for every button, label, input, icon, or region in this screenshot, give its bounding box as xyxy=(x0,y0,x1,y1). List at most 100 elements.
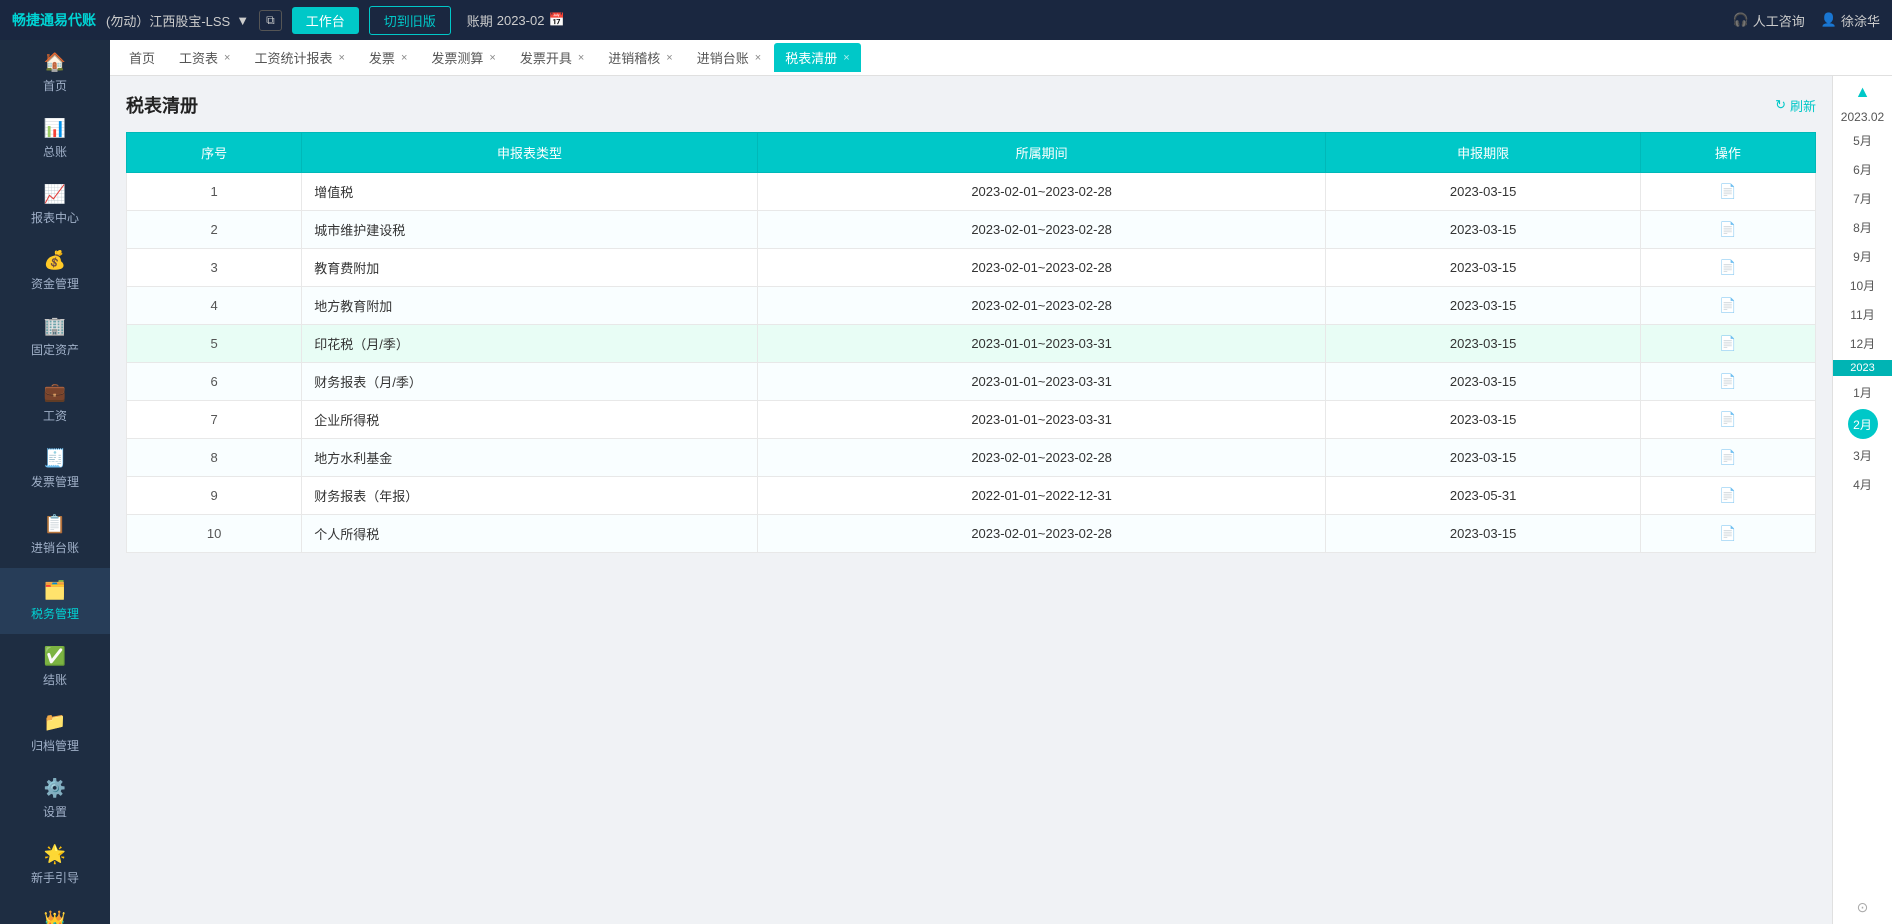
month-item-8[interactable]: 8月 xyxy=(1833,213,1892,242)
tab-invoice-issue[interactable]: 发票开具 × xyxy=(509,43,595,72)
file-icon[interactable]: 📄 xyxy=(1719,183,1736,199)
chevron-down-icon: ▼ xyxy=(236,13,249,28)
cell-action[interactable]: 📄 xyxy=(1640,477,1815,515)
tab-purchase-audit[interactable]: 进销稽核 × xyxy=(597,43,683,72)
cell-action[interactable]: 📄 xyxy=(1640,249,1815,287)
cell-type: 财务报表（年报） xyxy=(302,477,758,515)
month-item-3[interactable]: 3月 xyxy=(1833,441,1892,470)
month-item-10[interactable]: 10月 xyxy=(1833,271,1892,300)
sidebar-label-guide: 新手引导 xyxy=(31,869,79,886)
sidebar-item-funds[interactable]: 💰 资金管理 xyxy=(0,238,110,304)
refresh-button[interactable]: ↻ 刷新 xyxy=(1775,96,1816,115)
month-item-12[interactable]: 12月 xyxy=(1833,329,1892,358)
close-icon[interactable]: × xyxy=(755,52,761,64)
cell-type: 印花税（月/季） xyxy=(302,325,758,363)
sidebar-item-invoice[interactable]: 🧾 发票管理 xyxy=(0,436,110,502)
cell-action[interactable]: 📄 xyxy=(1640,515,1815,553)
company-selector[interactable]: (勿动）江西股宝-LSS ▼ xyxy=(106,11,249,30)
user-menu[interactable]: 👤 徐涂华 xyxy=(1821,11,1880,30)
sidebar-item-archive[interactable]: 📁 归档管理 xyxy=(0,700,110,766)
month-item-6[interactable]: 6月 xyxy=(1833,155,1892,184)
file-icon[interactable]: 📄 xyxy=(1719,297,1736,313)
page-header: 税表清册 ↻ 刷新 xyxy=(126,92,1816,118)
page-content: 税表清册 ↻ 刷新 序号 申报表类型 所属期间 申报期限 操作 xyxy=(110,76,1892,924)
month-item-11[interactable]: 11月 xyxy=(1833,300,1892,329)
sidebar-item-assets[interactable]: 🏢 固定资产 xyxy=(0,304,110,370)
month-item-7[interactable]: 7月 xyxy=(1833,184,1892,213)
close-icon[interactable]: × xyxy=(666,52,672,64)
file-icon[interactable]: 📄 xyxy=(1719,449,1736,465)
file-icon[interactable]: 📄 xyxy=(1719,487,1736,503)
panel-collapse-btn[interactable]: ⊙ xyxy=(1853,895,1873,920)
file-icon[interactable]: 📄 xyxy=(1719,259,1736,275)
calendar-icon[interactable]: 📅 xyxy=(548,12,564,28)
sidebar-item-vip[interactable]: 👑 畅会员 xyxy=(0,898,110,924)
month-item-2-active[interactable]: 2月 xyxy=(1848,409,1878,439)
cell-period: 2023-01-01~2023-03-31 xyxy=(757,363,1326,401)
table-row: 4 地方教育附加 2023-02-01~2023-02-28 2023-03-1… xyxy=(127,287,1816,325)
tab-invoice-calc[interactable]: 发票测算 × xyxy=(420,43,506,72)
file-icon[interactable]: 📄 xyxy=(1719,525,1736,541)
workspace-button[interactable]: 工作台 xyxy=(292,7,359,34)
close-icon[interactable]: × xyxy=(224,52,230,64)
content-area: 首页 工资表 × 工资统计报表 × 发票 × 发票测算 × 发票开具 × xyxy=(110,40,1892,924)
close-icon[interactable]: × xyxy=(578,52,584,64)
tab-tax-list[interactable]: 税表清册 × xyxy=(774,43,860,72)
cell-id: 9 xyxy=(127,477,302,515)
sidebar-item-purchase-sales[interactable]: 📋 进销台账 xyxy=(0,502,110,568)
sidebar-item-ledger[interactable]: 📊 总账 xyxy=(0,106,110,172)
tab-invoice[interactable]: 发票 × xyxy=(358,43,418,72)
file-icon[interactable]: 📄 xyxy=(1719,335,1736,351)
archive-icon: 📁 xyxy=(44,712,66,733)
tab-salary-stats-label: 工资统计报表 xyxy=(254,48,332,67)
cell-action[interactable]: 📄 xyxy=(1640,439,1815,477)
cell-period: 2023-01-01~2023-03-31 xyxy=(757,401,1326,439)
sidebar-item-settings[interactable]: ⚙️ 设置 xyxy=(0,766,110,832)
panel-up-btn[interactable]: ▲ xyxy=(1851,80,1875,106)
file-icon[interactable]: 📄 xyxy=(1719,411,1736,427)
sidebar-item-close[interactable]: ✅ 结账 xyxy=(0,634,110,700)
cell-action[interactable]: 📄 xyxy=(1640,363,1815,401)
cell-action[interactable]: 📄 xyxy=(1640,287,1815,325)
cell-deadline: 2023-03-15 xyxy=(1326,249,1640,287)
cell-period: 2022-01-01~2022-12-31 xyxy=(757,477,1326,515)
table-row: 2 城市维护建设税 2023-02-01~2023-02-28 2023-03-… xyxy=(127,211,1816,249)
cell-action[interactable]: 📄 xyxy=(1640,401,1815,439)
close-icon[interactable]: × xyxy=(843,52,849,64)
table-row: 6 财务报表（月/季） 2023-01-01~2023-03-31 2023-0… xyxy=(127,363,1816,401)
cell-type: 增值税 xyxy=(302,173,758,211)
sidebar-item-guide[interactable]: 🌟 新手引导 xyxy=(0,832,110,898)
year-marker-2023: 2023 xyxy=(1833,360,1892,376)
cell-action[interactable]: 📄 xyxy=(1640,211,1815,249)
switch-version-button[interactable]: 切到旧版 xyxy=(369,6,451,35)
tab-purchase-ledger[interactable]: 进销台账 × xyxy=(686,43,772,72)
tab-salary-table-label: 工资表 xyxy=(179,48,218,67)
copy-icon-btn[interactable]: ⧉ xyxy=(259,10,282,31)
month-item-5[interactable]: 5月 xyxy=(1833,126,1892,155)
close-icon[interactable]: × xyxy=(338,52,344,64)
month-item-4[interactable]: 4月 xyxy=(1833,470,1892,499)
tab-purchase-audit-label: 进销稽核 xyxy=(608,48,660,67)
month-item-1[interactable]: 1月 xyxy=(1833,378,1892,407)
tab-salary-stats[interactable]: 工资统计报表 × xyxy=(243,43,355,72)
file-icon[interactable]: 📄 xyxy=(1719,373,1736,389)
col-header-deadline: 申报期限 xyxy=(1326,133,1640,173)
company-name: (勿动）江西股宝-LSS xyxy=(106,11,230,30)
close-icon[interactable]: × xyxy=(401,52,407,64)
sidebar-item-tax[interactable]: 🗂️ 税务管理 xyxy=(0,568,110,634)
invoice-icon: 🧾 xyxy=(44,448,66,469)
tab-home[interactable]: 首页 xyxy=(118,43,166,72)
tab-salary-table[interactable]: 工资表 × xyxy=(168,43,241,72)
close-icon[interactable]: × xyxy=(489,52,495,64)
sidebar-item-home[interactable]: 🏠 首页 xyxy=(0,40,110,106)
month-item-9[interactable]: 9月 xyxy=(1833,242,1892,271)
file-icon[interactable]: 📄 xyxy=(1719,221,1736,237)
cell-deadline: 2023-03-15 xyxy=(1326,401,1640,439)
ai-consult-btn[interactable]: 🎧 人工咨询 xyxy=(1733,11,1805,30)
sidebar-item-salary[interactable]: 💼 工资 xyxy=(0,370,110,436)
col-header-type: 申报表类型 xyxy=(302,133,758,173)
cell-action[interactable]: 📄 xyxy=(1640,325,1815,363)
cell-action[interactable]: 📄 xyxy=(1640,173,1815,211)
assets-icon: 🏢 xyxy=(44,316,66,337)
sidebar-item-reports[interactable]: 📈 报表中心 xyxy=(0,172,110,238)
